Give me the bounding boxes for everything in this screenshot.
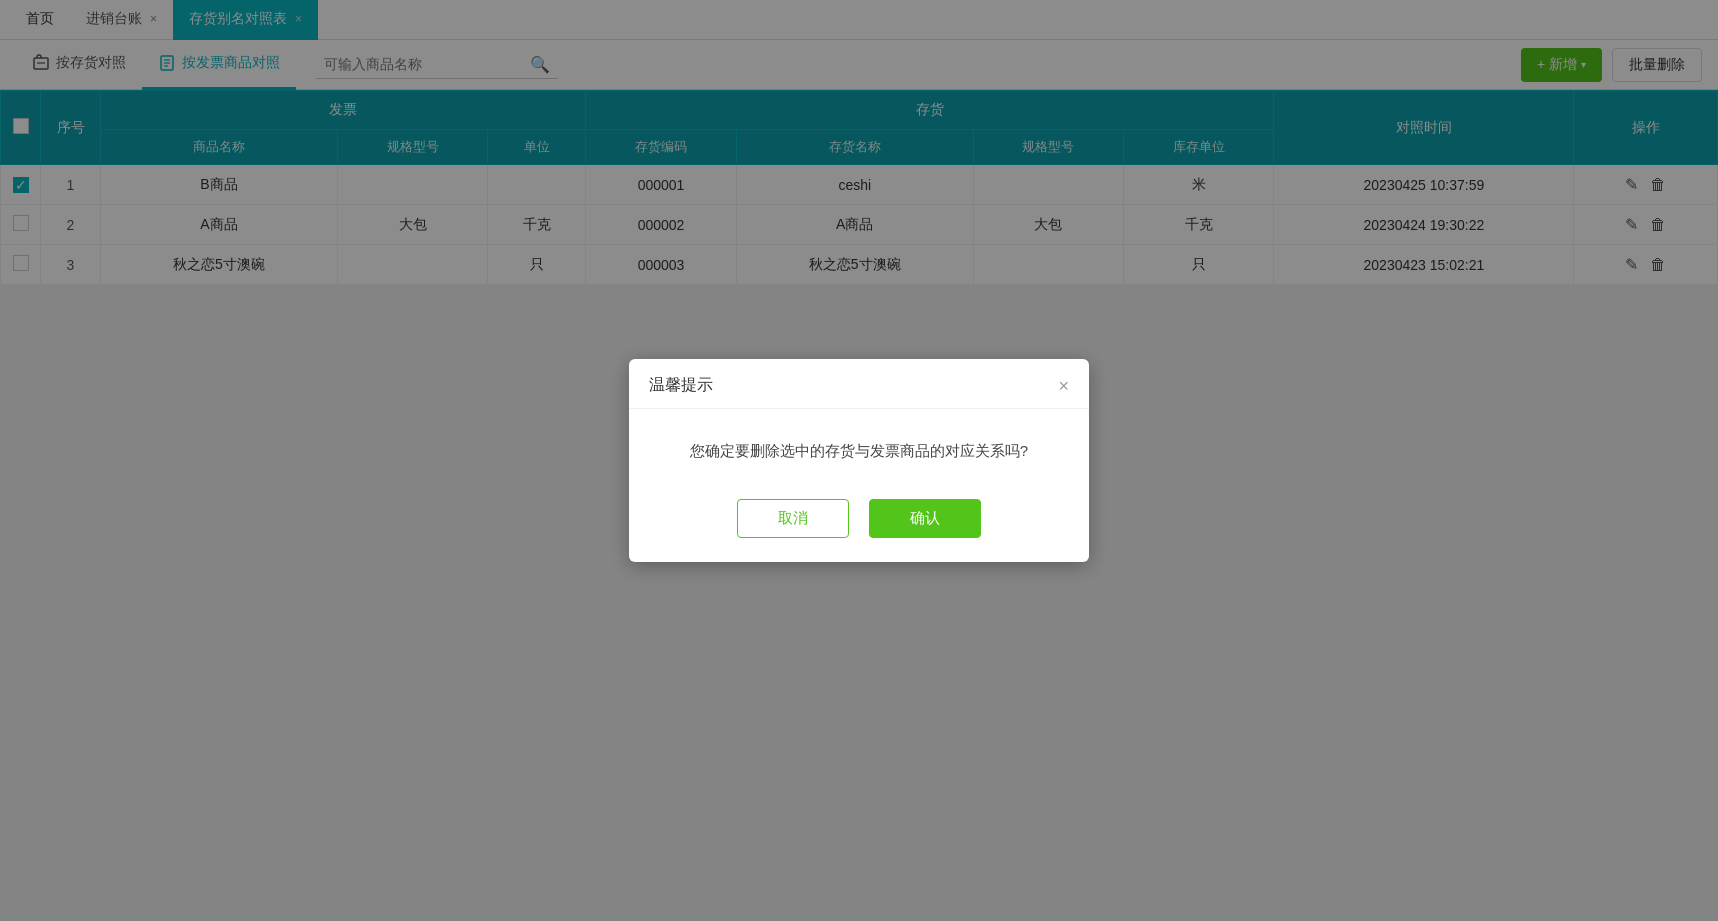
modal-overlay: 温馨提示 × 您确定要删除选中的存货与发票商品的对应关系吗? 取消 确认 xyxy=(0,0,1718,285)
